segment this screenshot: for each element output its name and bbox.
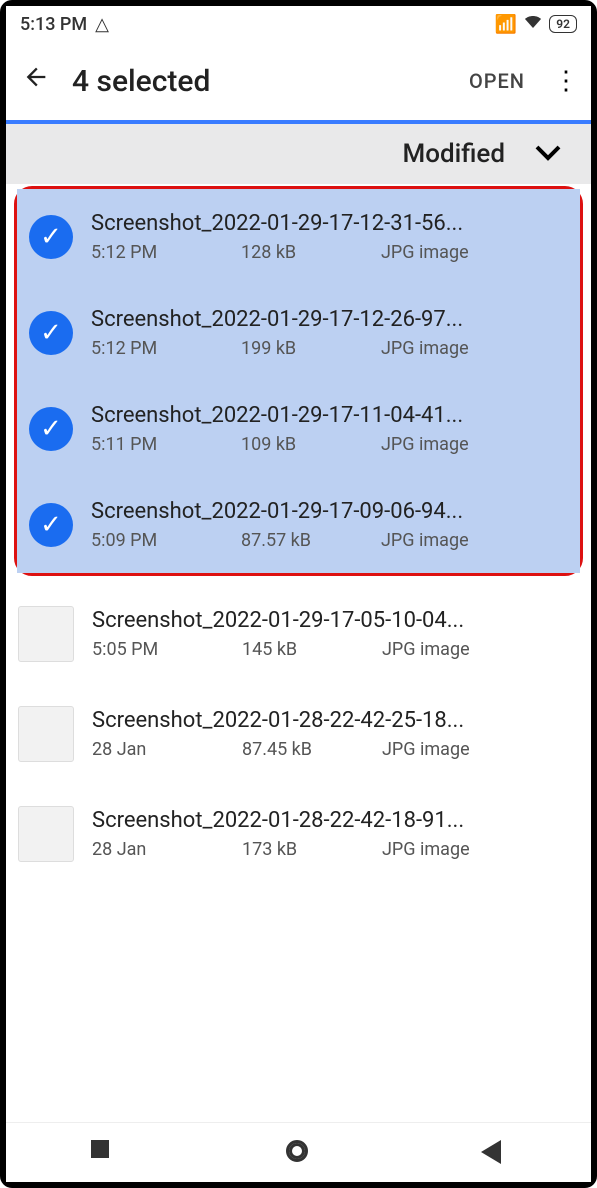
wifi-icon — [523, 14, 543, 35]
file-time: 5:09 PM — [91, 530, 241, 551]
status-icon: △ — [95, 14, 109, 35]
battery-icon: 92 — [549, 15, 577, 33]
file-type: JPG image — [381, 242, 568, 263]
file-item[interactable]: Screenshot_2022-01-28-22-42-18-91... 28 … — [6, 784, 591, 884]
file-name: Screenshot_2022-01-29-17-09-06-94... — [91, 499, 568, 524]
sort-dropdown[interactable]: Modified — [6, 124, 591, 184]
file-size: 109 kB — [241, 434, 381, 455]
file-size: 87.57 kB — [241, 530, 381, 551]
open-button[interactable]: OPEN — [459, 63, 535, 99]
chevron-down-icon — [535, 142, 561, 167]
android-nav-bar — [6, 1122, 591, 1182]
file-thumbnail — [18, 706, 74, 762]
file-name: Screenshot_2022-01-28-22-42-25-18... — [92, 708, 579, 733]
file-name: Screenshot_2022-01-29-17-12-31-56... — [91, 211, 568, 236]
file-name: Screenshot_2022-01-29-17-05-10-04... — [92, 608, 579, 633]
page-title: 4 selected — [72, 64, 443, 99]
file-type: JPG image — [381, 530, 568, 551]
file-type: JPG image — [382, 639, 579, 660]
file-name: Screenshot_2022-01-29-17-12-26-97... — [91, 307, 568, 332]
status-time: 5:13 PM — [20, 14, 87, 35]
file-time: 5:11 PM — [91, 434, 241, 455]
file-time: 5:12 PM — [91, 338, 241, 359]
file-type: JPG image — [381, 338, 568, 359]
file-time: 28 Jan — [92, 739, 242, 760]
file-item[interactable]: Screenshot_2022-01-28-22-42-25-18... 28 … — [6, 684, 591, 784]
back-button[interactable] — [16, 63, 56, 99]
signal-icon: 📶 — [495, 14, 517, 35]
file-type: JPG image — [382, 839, 579, 860]
file-size: 87.45 kB — [242, 739, 382, 760]
checkmark-icon[interactable]: ✓ — [29, 311, 73, 355]
file-time: 5:12 PM — [91, 242, 241, 263]
file-time: 28 Jan — [92, 839, 242, 860]
checkmark-icon[interactable]: ✓ — [29, 407, 73, 451]
file-size: 128 kB — [241, 242, 381, 263]
more-menu-button[interactable]: ⋮ — [551, 66, 581, 96]
file-name: Screenshot_2022-01-29-17-11-04-41... — [91, 403, 568, 428]
checkmark-icon[interactable]: ✓ — [29, 503, 73, 547]
file-type: JPG image — [382, 739, 579, 760]
file-type: JPG image — [381, 434, 568, 455]
app-bar: 4 selected OPEN ⋮ — [6, 42, 591, 120]
back-nav-button[interactable] — [481, 1140, 507, 1166]
file-thumbnail — [18, 606, 74, 662]
file-size: 173 kB — [242, 839, 382, 860]
file-item[interactable]: ✓ Screenshot_2022-01-29-17-12-31-56... 5… — [17, 189, 580, 285]
selection-highlight: ✓ Screenshot_2022-01-29-17-12-31-56... 5… — [14, 186, 583, 576]
file-item[interactable]: ✓ Screenshot_2022-01-29-17-09-06-94... 5… — [17, 477, 580, 573]
file-item[interactable]: ✓ Screenshot_2022-01-29-17-11-04-41... 5… — [17, 381, 580, 477]
file-thumbnail — [18, 806, 74, 862]
file-size: 199 kB — [241, 338, 381, 359]
file-item[interactable]: Screenshot_2022-01-29-17-05-10-04... 5:0… — [6, 584, 591, 684]
file-item[interactable]: ✓ Screenshot_2022-01-29-17-12-26-97... 5… — [17, 285, 580, 381]
recents-button[interactable] — [91, 1140, 117, 1166]
file-time: 5:05 PM — [92, 639, 242, 660]
file-size: 145 kB — [242, 639, 382, 660]
status-bar: 5:13 PM △ 📶 92 — [6, 6, 591, 42]
checkmark-icon[interactable]: ✓ — [29, 215, 73, 259]
home-button[interactable] — [286, 1140, 312, 1166]
file-name: Screenshot_2022-01-28-22-42-18-91... — [92, 808, 579, 833]
sort-label: Modified — [402, 139, 505, 169]
